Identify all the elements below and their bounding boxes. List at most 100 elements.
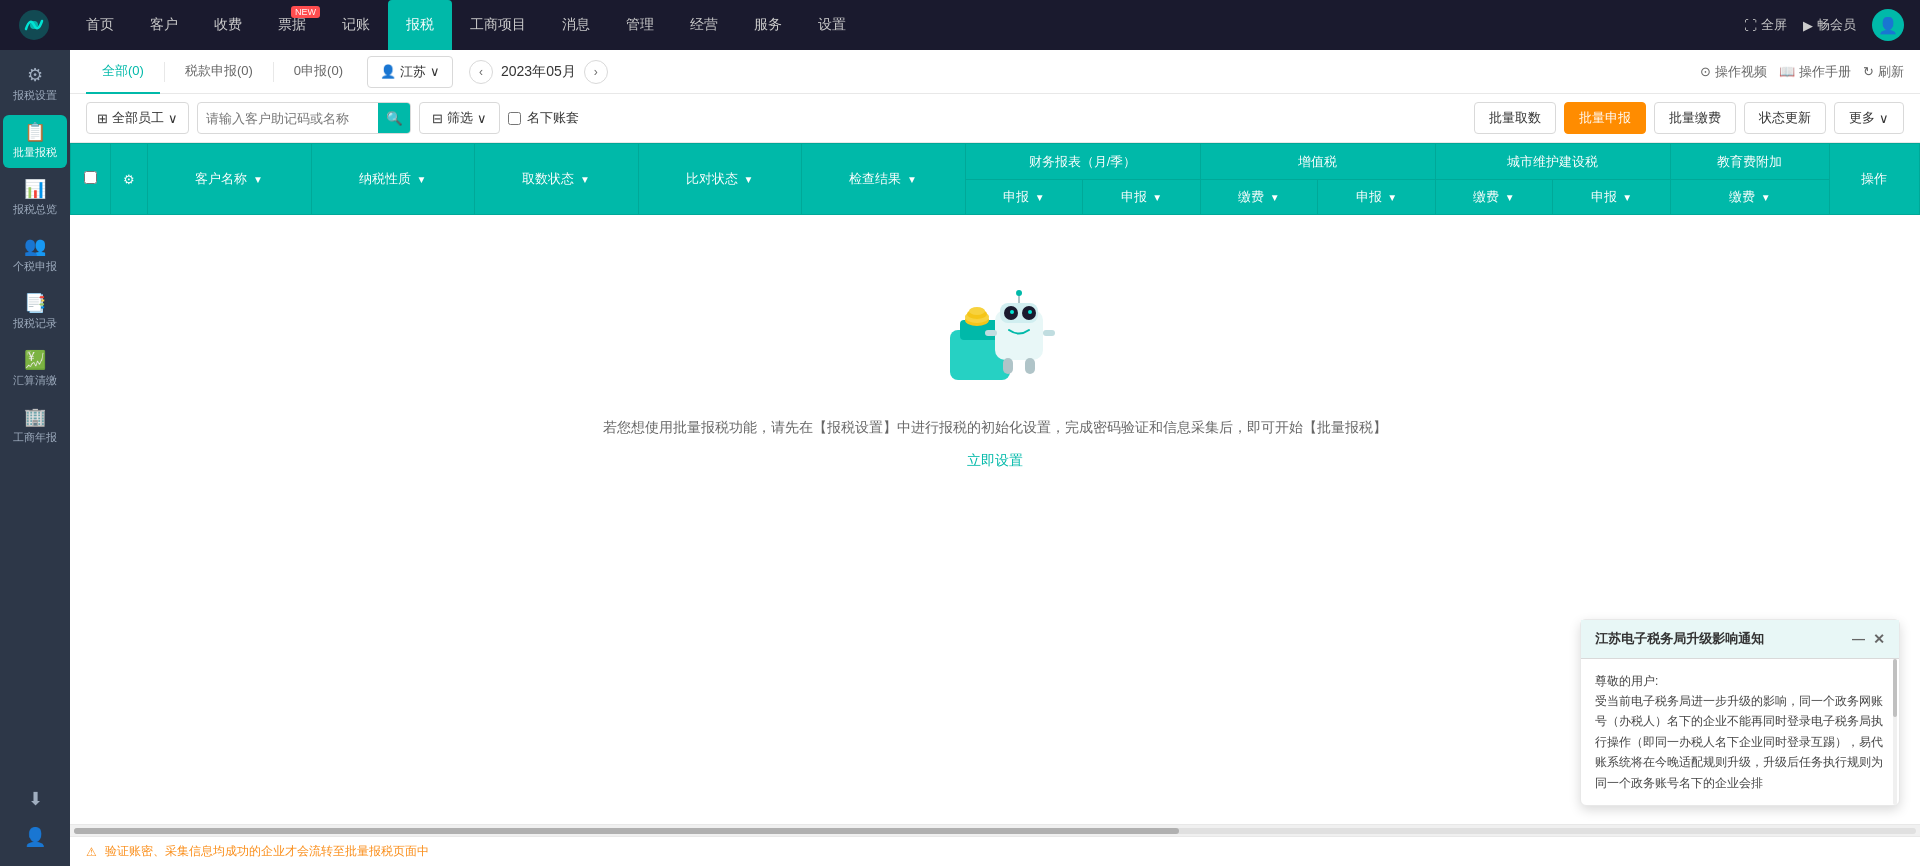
annual-report-icon: 🏢 xyxy=(24,408,46,426)
col-compare-status: 比对状态 ▼ xyxy=(638,144,802,215)
nav-operation[interactable]: 经营 xyxy=(672,0,736,50)
refresh-button[interactable]: ↻ 刷新 xyxy=(1863,63,1904,81)
status-update-button[interactable]: 状态更新 xyxy=(1744,102,1826,134)
svg-point-12 xyxy=(1010,310,1014,314)
nav-right-area: ⛶ 全屏 ▶ 畅会员 👤 xyxy=(1744,9,1904,41)
notification-close-button[interactable]: ✕ xyxy=(1873,631,1885,647)
svg-rect-17 xyxy=(1043,330,1055,336)
col-operation: 操作 xyxy=(1829,144,1919,215)
batch-fetch-button[interactable]: 批量取数 xyxy=(1474,102,1556,134)
col-vat-declare: 申报 ▼ xyxy=(1083,180,1201,215)
empty-state: 若您想使用批量报税功能，请先在【报税设置】中进行报税的初始化设置，完成密码验证和… xyxy=(71,215,1920,530)
nav-home[interactable]: 首页 xyxy=(68,0,132,50)
col-financial-report: 财务报表（月/季） xyxy=(965,144,1200,180)
dropdown-icon: ∨ xyxy=(168,111,178,126)
search-wrap: 🔍 xyxy=(197,102,411,134)
nav-fee[interactable]: 收费 xyxy=(196,0,260,50)
tax-records-icon: 📑 xyxy=(24,294,46,312)
data-table: ⚙ 客户名称 ▼ 纳税性质 ▼ 取数状态 ▼ xyxy=(70,143,1920,530)
nav-tax[interactable]: 报税 xyxy=(388,0,452,50)
filter-icon: ⊟ xyxy=(432,111,443,126)
next-month-button[interactable]: › xyxy=(584,60,608,84)
sidebar: ⚙ 报税设置 📋 批量报税 📊 报税总览 👥 个税申报 📑 报税记录 💹 汇算清… xyxy=(0,50,70,866)
tab-tax-declare[interactable]: 税款申报(0) xyxy=(169,50,269,94)
avatar[interactable]: 👤 xyxy=(1872,9,1904,41)
sort-icon: ▼ xyxy=(253,174,263,185)
col-education-fee: 教育费附加 xyxy=(1670,144,1829,180)
filter-button[interactable]: ⊟ 筛选 ∨ xyxy=(419,102,500,134)
tab-zero-declare[interactable]: 0申报(0) xyxy=(278,50,359,94)
batch-pay-button[interactable]: 批量缴费 xyxy=(1654,102,1736,134)
horizontal-scrollbar[interactable] xyxy=(70,824,1920,836)
search-button[interactable]: 🔍 xyxy=(378,102,410,134)
sort-icon-2: ▼ xyxy=(417,174,427,185)
nav-customer[interactable]: 客户 xyxy=(132,0,196,50)
region-selector[interactable]: 👤 江苏 ∨ xyxy=(367,56,453,88)
svg-point-7 xyxy=(969,307,985,315)
operation-video-button[interactable]: ⊙ 操作视频 xyxy=(1700,63,1767,81)
manual-icon: 📖 xyxy=(1779,64,1795,79)
sort-icon-11: ▼ xyxy=(1622,192,1632,203)
col-fetch-status: 取数状态 ▼ xyxy=(475,144,639,215)
notification-body: 尊敬的用户: 受当前电子税务局进一步升级的影响，同一个政务网账号（办税人）名下的… xyxy=(1581,659,1899,805)
download-icon: ⬇ xyxy=(28,790,43,808)
sort-icon-10: ▼ xyxy=(1505,192,1515,203)
sidebar-item-personal-tax[interactable]: 👥 个税申报 xyxy=(3,229,67,282)
nav-message[interactable]: 消息 xyxy=(544,0,608,50)
sidebar-item-annual-report[interactable]: 🏢 工商年报 xyxy=(3,400,67,453)
employee-select[interactable]: ⊞ 全部员工 ∨ xyxy=(86,102,189,134)
nav-service[interactable]: 服务 xyxy=(736,0,800,50)
scrollbar-thumb[interactable] xyxy=(74,828,1179,834)
tax-settings-icon: ⚙ xyxy=(27,66,43,84)
notification-minimize[interactable]: — xyxy=(1852,631,1865,646)
empty-state-cell: 若您想使用批量报税功能，请先在【报税设置】中进行报税的初始化设置，完成密码验证和… xyxy=(71,215,1920,531)
sort-icon-7: ▼ xyxy=(1152,192,1162,203)
more-button[interactable]: 更多 ∨ xyxy=(1834,102,1904,134)
member-button[interactable]: ▶ 畅会员 xyxy=(1803,16,1856,34)
nav-invoice[interactable]: 票据 NEW xyxy=(260,0,324,50)
sidebar-item-tax-overview[interactable]: 📊 报税总览 xyxy=(3,172,67,225)
batch-tax-icon: 📋 xyxy=(24,123,46,141)
checkbox-label[interactable]: 名下账套 xyxy=(508,109,579,127)
col-vat-pay: 缴费 ▼ xyxy=(1200,180,1318,215)
sort-icon-5: ▼ xyxy=(907,174,917,185)
operation-manual-button[interactable]: 📖 操作手册 xyxy=(1779,63,1851,81)
batch-declare-button[interactable]: 批量申报 xyxy=(1564,102,1646,134)
account-checkbox[interactable] xyxy=(508,112,521,125)
nav-settings[interactable]: 设置 xyxy=(800,0,864,50)
top-navigation: 首页 客户 收费 票据 NEW 记账 报税 工商项目 消息 管理 经营 服务 设… xyxy=(0,0,1920,50)
refresh-icon: ↻ xyxy=(1863,64,1874,79)
settlement-icon: 💹 xyxy=(24,351,46,369)
prev-month-button[interactable]: ‹ xyxy=(469,60,493,84)
col-settings[interactable]: ⚙ xyxy=(111,144,148,215)
more-chevron-icon: ∨ xyxy=(1879,111,1889,126)
sort-icon-8: ▼ xyxy=(1270,192,1280,203)
tax-overview-icon: 📊 xyxy=(24,180,46,198)
sidebar-item-tax-records[interactable]: 📑 报税记录 xyxy=(3,286,67,339)
notification-header: 江苏电子税务局升级影响通知 — ✕ xyxy=(1581,620,1899,659)
col-city-pay: 缴费 ▼ xyxy=(1435,180,1553,215)
fullscreen-button[interactable]: ⛶ 全屏 xyxy=(1744,16,1787,34)
tab-divider-2 xyxy=(273,62,274,82)
search-input[interactable] xyxy=(198,111,378,126)
sidebar-user[interactable]: 👤 xyxy=(3,820,67,854)
grid-icon: ⊞ xyxy=(97,111,108,126)
col-financial-declare: 申报 ▼ xyxy=(965,180,1083,215)
svg-rect-18 xyxy=(1003,358,1013,374)
sidebar-download[interactable]: ⬇ xyxy=(3,782,67,816)
tab-all[interactable]: 全部(0) xyxy=(86,50,160,94)
nav-management[interactable]: 管理 xyxy=(608,0,672,50)
nav-bookkeeping[interactable]: 记账 xyxy=(324,0,388,50)
nav-business[interactable]: 工商项目 xyxy=(452,0,544,50)
nav-menu: 首页 客户 收费 票据 NEW 记账 报税 工商项目 消息 管理 经营 服务 设… xyxy=(68,0,1744,50)
sidebar-item-batch-tax[interactable]: 📋 批量报税 xyxy=(3,115,67,168)
sort-icon-9: ▼ xyxy=(1387,192,1397,203)
select-all-checkbox[interactable] xyxy=(84,171,97,184)
sort-icon-12: ▼ xyxy=(1761,192,1771,203)
sidebar-item-tax-settings[interactable]: ⚙ 报税设置 xyxy=(3,58,67,111)
sidebar-item-settlement[interactable]: 💹 汇算清缴 xyxy=(3,343,67,396)
sidebar-bottom: ⬇ 👤 xyxy=(3,782,67,866)
setup-link[interactable]: 立即设置 xyxy=(967,452,1023,470)
personal-tax-icon: 👥 xyxy=(24,237,46,255)
col-client-name: 客户名称 ▼ xyxy=(148,144,312,215)
